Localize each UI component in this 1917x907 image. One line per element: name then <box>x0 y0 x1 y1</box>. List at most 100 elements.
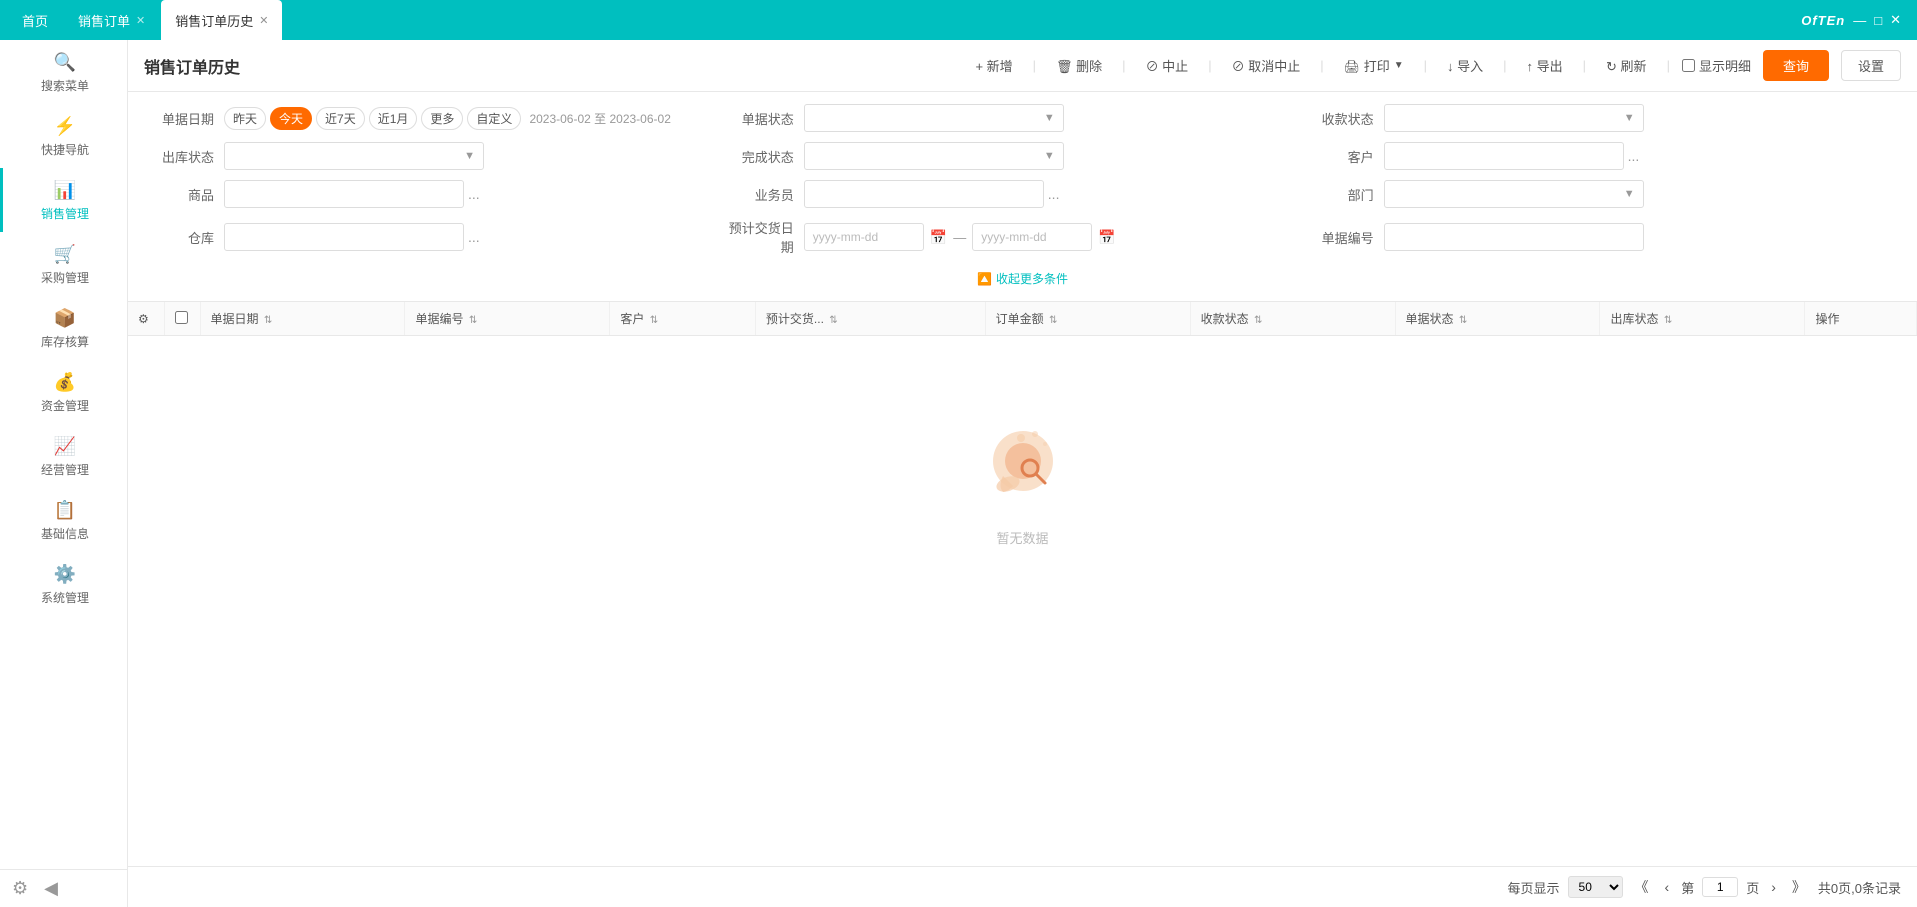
refresh-button[interactable]: ↻ 刷新 <box>1598 52 1655 79</box>
sort-stock-icon[interactable]: ⇅ <box>1664 315 1672 326</box>
display-detail-checkbox-wrap: 显示明细 <box>1682 56 1751 75</box>
settings-button[interactable]: 设置 <box>1841 50 1901 81</box>
sort-payment-icon[interactable]: ⇅ <box>1254 315 1262 326</box>
sidebar-collapse-icon[interactable]: ◀ <box>44 878 58 899</box>
date-filter-control: 昨天 今天 近7天 近1月 更多 自定义 2023-06-02 至 2023-0… <box>224 107 724 130</box>
export-button[interactable]: ↑ 导出 <box>1519 52 1571 79</box>
stop-button[interactable]: ⊘ 中止 <box>1138 52 1197 79</box>
toolbar-divider-1: | <box>1033 58 1036 73</box>
sidebar-item-finance[interactable]: 💰 资金管理 <box>0 360 127 424</box>
sidebar-label-sales: 销售管理 <box>41 205 89 222</box>
page-number-input[interactable] <box>1702 877 1738 897</box>
sidebar-label-operations: 经营管理 <box>41 461 89 478</box>
finance-icon: 💰 <box>54 372 76 393</box>
bill-number-input[interactable] <box>1384 223 1644 251</box>
date-dash: — <box>953 230 966 245</box>
sort-customer-icon[interactable]: ⇅ <box>650 315 658 326</box>
toolbar-divider-5: | <box>1424 58 1427 73</box>
stock-status-select[interactable]: ▼ <box>224 142 484 170</box>
warehouse-more-btn[interactable]: ... <box>464 229 484 245</box>
sidebar-item-basic-info[interactable]: 📋 基础信息 <box>0 488 127 552</box>
bill-number-label: 单据编号 <box>1304 228 1384 247</box>
date-btn-1month[interactable]: 近1月 <box>369 107 418 130</box>
sidebar-item-search-menu[interactable]: 🔍 搜索菜单 <box>0 40 127 104</box>
minimize-btn[interactable]: — <box>1853 13 1866 28</box>
select-all-checkbox[interactable] <box>175 311 188 324</box>
th-date: 单据日期 ⇅ <box>200 302 405 336</box>
new-button[interactable]: + 新增 <box>967 52 1020 79</box>
warehouse-label: 仓库 <box>144 228 224 247</box>
prev-page-btn[interactable]: ‹ <box>1661 877 1674 897</box>
delete-button[interactable]: 🗑 删除 <box>1048 52 1110 79</box>
next-page-btn[interactable]: › <box>1767 877 1780 897</box>
per-page-select[interactable]: 50 10 20 100 <box>1568 876 1623 898</box>
tab-sales-order-close[interactable]: ✕ <box>136 14 145 27</box>
cancel-stop-button[interactable]: ⊘ 取消中止 <box>1224 52 1309 79</box>
close-btn[interactable]: ✕ <box>1890 12 1901 28</box>
collapse-button[interactable]: 🔼 收起更多条件 <box>144 266 1901 289</box>
th-amount: 订单金额 ⇅ <box>985 302 1190 336</box>
complete-status-select[interactable]: ▼ <box>804 142 1064 170</box>
sidebar-item-system[interactable]: ⚙️ 系统管理 <box>0 552 127 616</box>
th-checkbox[interactable] <box>164 302 200 336</box>
sidebar-label-finance: 资金管理 <box>41 397 89 414</box>
brand-label: OfTEn <box>1801 13 1845 28</box>
sidebar-settings-icon[interactable]: ⚙ <box>12 878 28 899</box>
first-page-btn[interactable]: 《 <box>1631 875 1653 899</box>
date-end-calendar-icon[interactable]: 📅 <box>1098 229 1115 246</box>
filter-stock-status-cell: 出库状态 ▼ <box>144 142 724 170</box>
salesperson-input[interactable] <box>804 180 1044 208</box>
warehouse-input[interactable] <box>224 223 464 251</box>
filter-row-2: 出库状态 ▼ 完成状态 ▼ 客户 <box>144 142 1901 170</box>
inventory-icon: 📦 <box>54 308 76 329</box>
expected-date-start[interactable]: yyyy-mm-dd <box>804 223 924 251</box>
filter-department-cell: 部门 ▼ <box>1304 180 1884 208</box>
date-start-calendar-icon[interactable]: 📅 <box>930 229 947 246</box>
tab-sales-history[interactable]: 销售订单历史 ✕ <box>161 0 282 40</box>
sort-number-icon[interactable]: ⇅ <box>469 315 477 326</box>
expected-date-end[interactable]: yyyy-mm-dd <box>972 223 1092 251</box>
date-btn-custom[interactable]: 自定义 <box>467 107 521 130</box>
tab-sales-history-close[interactable]: ✕ <box>259 14 268 27</box>
goods-input[interactable] <box>224 180 464 208</box>
filter-date-cell: 单据日期 昨天 今天 近7天 近1月 更多 自定义 2023-06-02 至 2… <box>144 107 724 130</box>
sidebar-item-operations[interactable]: 📈 经营管理 <box>0 424 127 488</box>
payment-status-label: 收款状态 <box>1304 109 1384 128</box>
stock-status-arrow: ▼ <box>464 150 475 162</box>
maximize-btn[interactable]: □ <box>1874 13 1882 28</box>
sidebar-item-inventory[interactable]: 📦 库存核算 <box>0 296 127 360</box>
print-button[interactable]: 🖨 打印 ▼ <box>1336 52 1412 79</box>
salesperson-more-btn[interactable]: ... <box>1044 186 1064 202</box>
payment-status-select[interactable]: ▼ <box>1384 104 1644 132</box>
tab-home[interactable]: 首页 <box>8 0 62 40</box>
sort-amount-icon[interactable]: ⇅ <box>1049 315 1057 326</box>
tab-sales-order[interactable]: 销售订单 ✕ <box>64 0 159 40</box>
collapse-up-icon: 🔼 <box>977 272 992 286</box>
system-icon: ⚙️ <box>54 564 76 585</box>
sidebar-item-quick-nav[interactable]: ⚡ 快捷导航 <box>0 104 127 168</box>
goods-more-btn[interactable]: ... <box>464 186 484 202</box>
import-button-label: ↓ 导入 <box>1447 56 1483 75</box>
date-btn-more[interactable]: 更多 <box>421 107 463 130</box>
sidebar-item-purchase[interactable]: 🛒 采购管理 <box>0 232 127 296</box>
date-btn-yesterday[interactable]: 昨天 <box>224 107 266 130</box>
complete-status-label: 完成状态 <box>724 147 804 166</box>
sidebar-label-quick-nav: 快捷导航 <box>41 141 89 158</box>
import-button[interactable]: ↓ 导入 <box>1439 52 1491 79</box>
customer-input[interactable] <box>1384 142 1624 170</box>
department-select[interactable]: ▼ <box>1384 180 1644 208</box>
sort-date-icon[interactable]: ⇅ <box>264 315 272 326</box>
last-page-btn[interactable]: 》 <box>1788 875 1810 899</box>
operations-icon: 📈 <box>54 436 76 457</box>
query-button[interactable]: 查询 <box>1763 50 1829 81</box>
display-detail-checkbox[interactable] <box>1682 59 1695 72</box>
customer-more-btn[interactable]: ... <box>1624 148 1644 164</box>
sort-expected-icon[interactable]: ⇅ <box>829 315 837 326</box>
sidebar-item-sales[interactable]: 📊 销售管理 <box>0 168 127 232</box>
date-btn-7days[interactable]: 近7天 <box>316 107 365 130</box>
bill-status-select[interactable]: ▼ <box>804 104 1064 132</box>
date-btn-today[interactable]: 今天 <box>270 107 312 130</box>
sort-bill-icon[interactable]: ⇅ <box>1459 315 1467 326</box>
th-settings[interactable]: ⚙ <box>128 302 164 336</box>
sidebar: 🔍 搜索菜单 ⚡ 快捷导航 📊 销售管理 🛒 采购管理 📦 库存核算 💰 资金管… <box>0 40 128 907</box>
